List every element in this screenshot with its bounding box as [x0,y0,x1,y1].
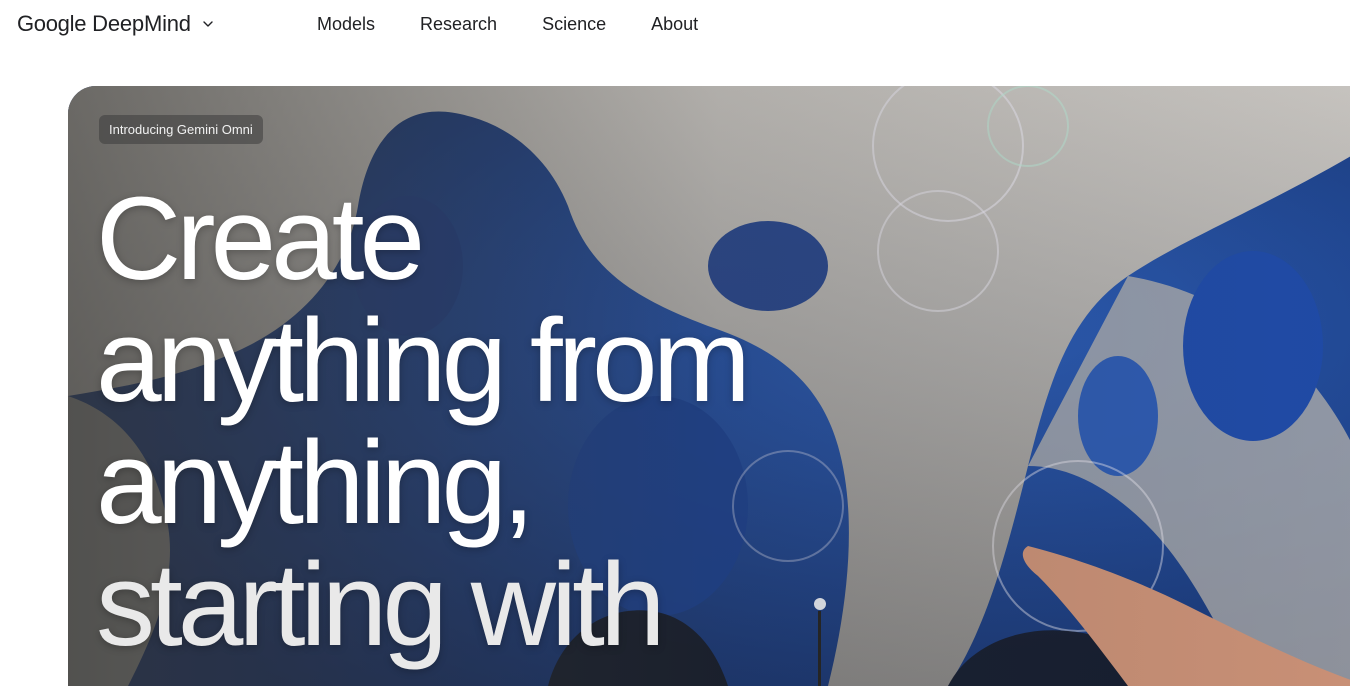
nav-item-research[interactable]: Research [420,14,497,35]
main-nav: Models Research Science About [317,14,743,35]
headline-line-3: anything, [96,417,535,549]
brand-logo-menu[interactable]: Google DeepMind [17,11,215,37]
nav-item-models[interactable]: Models [317,14,375,35]
headline-line-2: anything from [96,295,751,427]
headline-line-4: starting with [96,539,666,671]
headline-line-1: Create [96,173,425,305]
hero-headline: Create anything from anything, starting … [96,173,751,671]
nav-item-science[interactable]: Science [542,14,606,35]
hero-badge: Introducing Gemini Omni [99,115,263,144]
google-wordmark: Google [17,11,87,36]
nav-item-about[interactable]: About [651,14,698,35]
hero-section: Introducing Gemini Omni Create anything … [68,86,1350,686]
deepmind-wordmark: DeepMind [92,11,191,36]
top-navigation-bar: Google DeepMind Models Research Science … [0,0,1350,56]
chevron-down-icon[interactable] [201,17,215,31]
